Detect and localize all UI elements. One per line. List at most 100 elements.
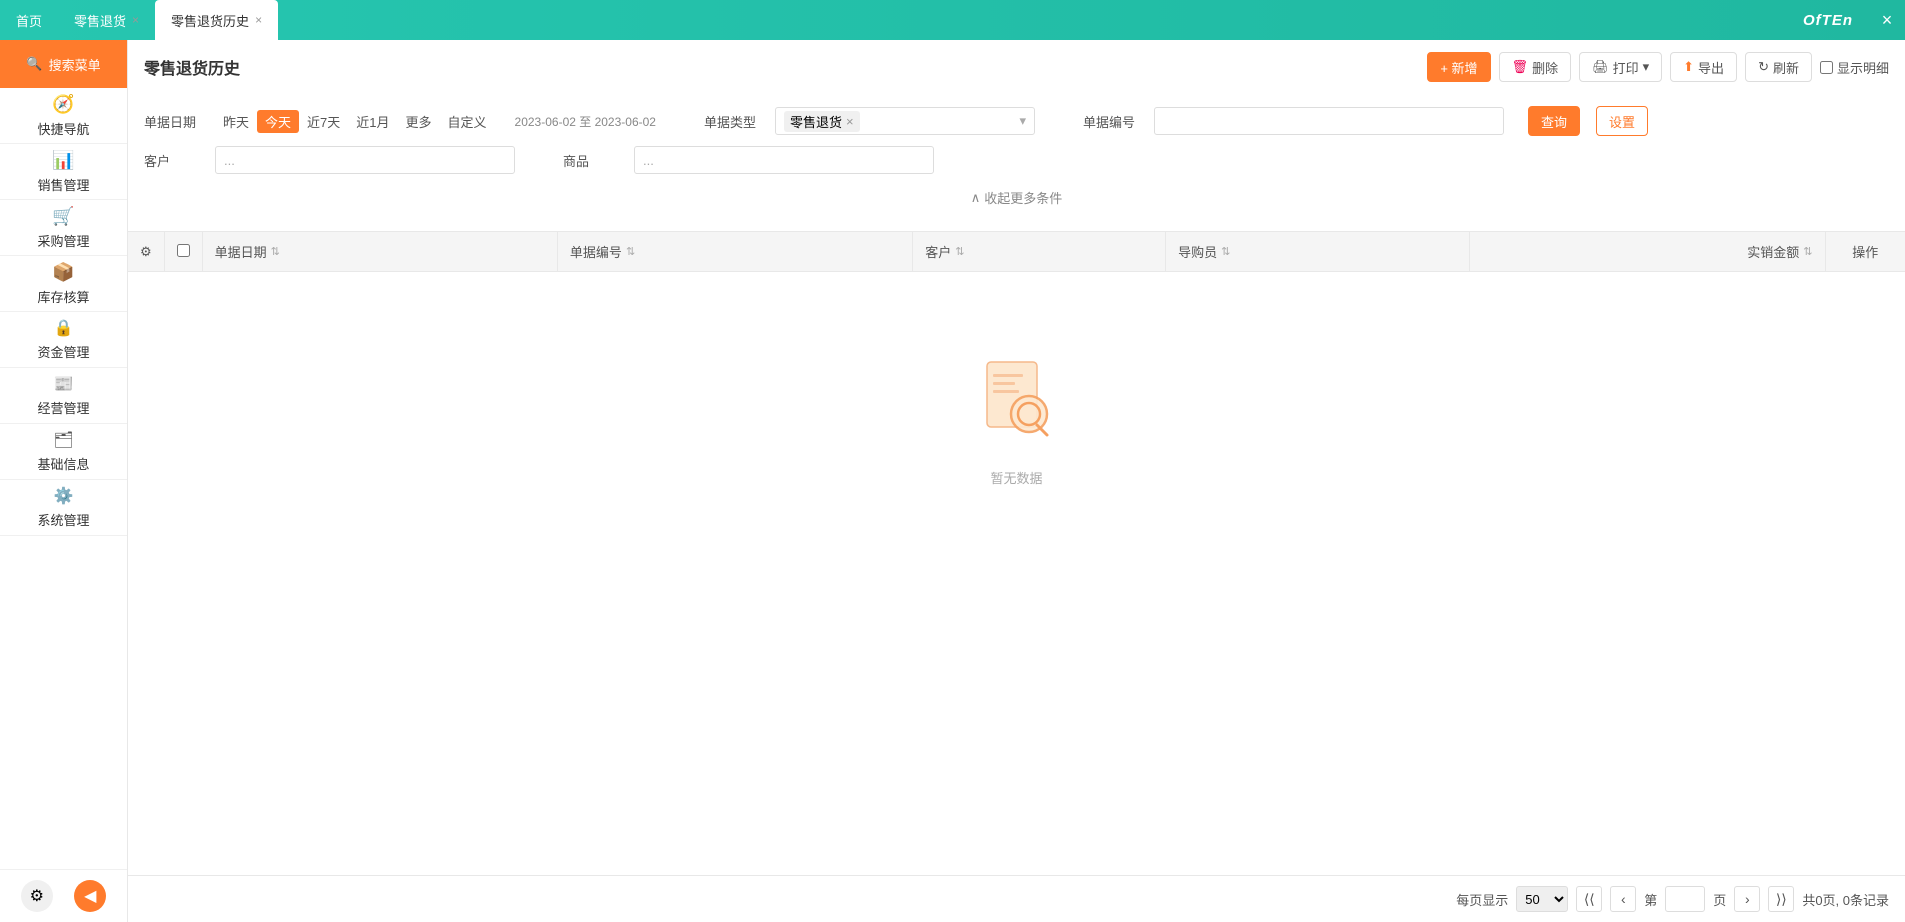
basic-info-icon: 🗂	[53, 430, 73, 450]
top-bar-right: OfTEn	[1803, 12, 1869, 29]
total-label: 共0页, 0条记录	[1802, 890, 1889, 909]
audio-bottom-button[interactable]: ◀	[74, 880, 106, 912]
collapse-filter-button[interactable]: ∧ 收起更多条件	[971, 188, 1063, 207]
tab-retail-return-history-label: 零售退货历史	[171, 11, 249, 30]
th-customer-sort-icon: ⇅	[955, 245, 964, 258]
date-btn-more[interactable]: 更多	[398, 110, 440, 133]
prev-page-button[interactable]: ‹	[1610, 886, 1636, 912]
th-amount[interactable]: 实销金额 ⇅	[1470, 232, 1825, 272]
show-detail-label: 显示明细	[1837, 58, 1889, 77]
th-number[interactable]: 单据编号 ⇅	[557, 232, 912, 272]
column-settings-icon[interactable]: ⚙	[140, 244, 152, 259]
sidebar-item-quick-nav-label: 快捷导航	[37, 119, 89, 138]
settings-bottom-button[interactable]: ⚙	[21, 880, 53, 912]
sales-icon: 📊	[52, 150, 74, 171]
date-btn-today[interactable]: 今天	[257, 110, 299, 133]
th-actions-label: 操作	[1852, 245, 1878, 260]
next-page-button[interactable]: ›	[1734, 886, 1760, 912]
sidebar-item-operations-label: 经营管理	[37, 398, 89, 417]
content-area: 零售退货历史 + 新增 🗑 删除 🖨 打印 ▾ ⬆ 导出	[128, 40, 1905, 922]
print-button[interactable]: 🖨 打印 ▾	[1579, 52, 1662, 82]
refresh-button[interactable]: ↻ 刷新	[1745, 52, 1812, 82]
date-btn-custom[interactable]: 自定义	[440, 110, 495, 133]
goods-dots: ...	[643, 153, 654, 168]
th-settings[interactable]: ⚙	[128, 232, 164, 272]
empty-text: 暂无数据	[990, 468, 1042, 487]
th-date[interactable]: 单据日期 ⇅	[202, 232, 557, 272]
tab-home-label: 首页	[16, 11, 42, 30]
empty-state-icon	[967, 352, 1067, 452]
tab-retail-return-history[interactable]: 零售退货历史 ×	[155, 0, 278, 40]
sidebar-item-system[interactable]: ⚙️ 系统管理	[0, 480, 127, 536]
settings-button[interactable]: 设置	[1596, 106, 1648, 136]
sidebar-item-system-label: 系统管理	[37, 510, 89, 529]
toolbar: + 新增 🗑 删除 🖨 打印 ▾ ⬆ 导出 ↻	[1427, 52, 1889, 82]
doc-type-dropdown-icon: ▾	[1019, 113, 1026, 129]
customer-dots: ...	[224, 153, 235, 168]
date-btn-7days[interactable]: 近7天	[299, 110, 348, 133]
th-amount-sort-icon: ⇅	[1803, 245, 1812, 258]
select-all-checkbox[interactable]	[177, 244, 190, 257]
goods-input[interactable]: ...	[634, 146, 934, 174]
tab-retail-return-history-close[interactable]: ×	[255, 13, 262, 27]
doc-type-select[interactable]: 零售退货 × ▾	[775, 107, 1035, 135]
page-title: 零售退货历史	[144, 55, 240, 79]
th-customer[interactable]: 客户 ⇅	[913, 232, 1166, 272]
sidebar-item-purchase[interactable]: 🛒 采购管理	[0, 200, 127, 256]
tab-retail-return-close[interactable]: ×	[132, 13, 139, 27]
finance-icon: 🔒	[54, 318, 74, 338]
per-page-select[interactable]: 20 50 100	[1516, 886, 1568, 912]
export-button[interactable]: ⬆ 导出	[1670, 52, 1737, 82]
th-guide-sort-icon: ⇅	[1221, 245, 1230, 258]
customer-filter-label: 客户	[144, 151, 199, 170]
system-icon: ⚙️	[54, 486, 74, 506]
print-dropdown-icon: ▾	[1643, 59, 1650, 75]
delete-icon: 🗑	[1512, 59, 1529, 75]
sidebar-item-operations[interactable]: 📰 经营管理	[0, 368, 127, 424]
add-button[interactable]: + 新增	[1427, 52, 1490, 82]
table-header-row: ⚙ 单据日期 ⇅ 单据编号	[128, 232, 1905, 272]
date-btn-yesterday[interactable]: 昨天	[215, 110, 257, 133]
first-page-button[interactable]: ⟨⟨	[1576, 886, 1602, 912]
collapse-icon: ∧	[971, 190, 981, 206]
th-customer-label: 客户	[925, 242, 951, 261]
sidebar-item-sales[interactable]: 📊 销售管理	[0, 144, 127, 200]
sidebar-item-inventory[interactable]: 📦 库存核算	[0, 256, 127, 312]
query-button[interactable]: 查询	[1528, 106, 1580, 136]
top-bar: 首页 零售退货 × 零售退货历史 × OfTEn ×	[0, 0, 1905, 40]
sidebar-item-finance[interactable]: 🔒 资金管理	[0, 312, 127, 368]
doc-number-input[interactable]	[1154, 107, 1504, 135]
customer-input[interactable]: ...	[215, 146, 515, 174]
th-checkbox[interactable]	[164, 232, 202, 272]
date-btn-1month[interactable]: 近1月	[348, 110, 397, 133]
show-detail-checkbox[interactable]	[1820, 61, 1833, 74]
search-icon: 🔍	[26, 56, 42, 72]
sidebar-bottom: ⚙ ◀	[0, 869, 127, 922]
doc-type-filter-label: 单据类型	[704, 112, 759, 131]
th-date-label: 单据日期	[215, 242, 267, 261]
export-icon: ⬆	[1683, 59, 1694, 75]
show-detail-checkbox-label[interactable]: 显示明细	[1820, 58, 1889, 77]
sidebar-item-quick-nav[interactable]: 🧭 快捷导航	[0, 88, 127, 144]
delete-button[interactable]: 🗑 删除	[1499, 52, 1572, 82]
th-guide-label: 导购员	[1178, 242, 1217, 261]
sidebar-item-basic-info-label: 基础信息	[37, 454, 89, 473]
sidebar-search[interactable]: 🔍 搜索菜单	[0, 40, 127, 88]
doc-type-tag-remove[interactable]: ×	[846, 114, 854, 129]
page-label-post: 页	[1713, 890, 1726, 909]
sidebar-item-purchase-label: 采购管理	[37, 231, 89, 250]
page-label-pre: 第	[1644, 890, 1657, 909]
date-filter-label: 单据日期	[144, 112, 199, 131]
page-number-input[interactable]: 1	[1665, 886, 1705, 912]
tab-home[interactable]: 首页	[0, 0, 58, 40]
inventory-icon: 📦	[52, 262, 74, 283]
tab-retail-return[interactable]: 零售退货 ×	[58, 0, 155, 40]
main-layout: 🔍 搜索菜单 🧭 快捷导航 📊 销售管理 🛒 采购管理 📦 库存核算 🔒 资金管…	[0, 40, 1905, 922]
last-page-button[interactable]: ⟩⟩	[1768, 886, 1794, 912]
sidebar-item-basic-info[interactable]: 🗂 基础信息	[0, 424, 127, 480]
date-range-display: 2023-06-02 至 2023-06-02	[515, 113, 656, 130]
refresh-icon: ↻	[1758, 59, 1769, 75]
window-close-button[interactable]: ×	[1869, 2, 1905, 38]
th-guide[interactable]: 导购员 ⇅	[1166, 232, 1470, 272]
tab-retail-return-label: 零售退货	[74, 11, 126, 30]
